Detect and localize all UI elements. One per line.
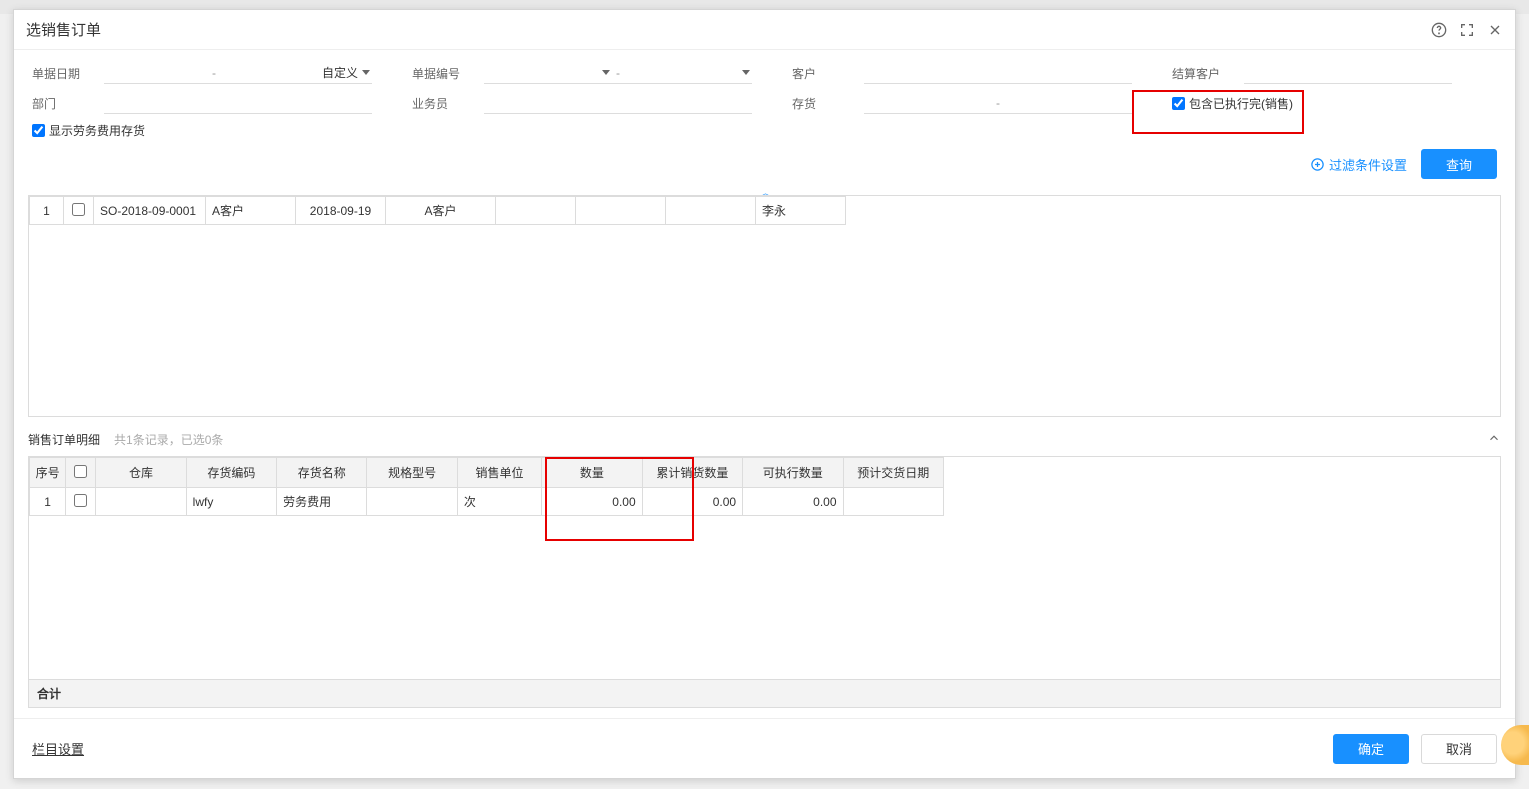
cell-empty3 — [666, 197, 756, 225]
filter-label-date: 单据日期 — [32, 65, 84, 82]
th-stockcode: 存货编码 — [186, 458, 276, 488]
ok-button[interactable]: 确定 — [1333, 734, 1409, 764]
filter-label-stock: 存货 — [792, 95, 844, 112]
include-done-label: 包含已执行完(销售) — [1189, 95, 1293, 112]
dialog-title: 选销售订单 — [26, 19, 1431, 40]
cell-seq: 1 — [30, 197, 64, 225]
th-seq: 序号 — [30, 458, 66, 488]
cell-empty1 — [496, 197, 576, 225]
select-sales-order-dialog: 选销售订单 单据日期 - 自定义 — [13, 9, 1516, 779]
detail-row-checkbox[interactable] — [74, 494, 87, 507]
filter-label-salesman: 业务员 — [412, 95, 464, 112]
detail-title: 销售订单明细 — [28, 431, 100, 448]
cell-customer: A客户 — [206, 197, 296, 225]
order-table-wrap: 1 SO-2018-09-0001 A客户 2018-09-19 A客户 李永 — [28, 195, 1501, 417]
filter-docno-range[interactable]: - — [484, 62, 752, 84]
detail-collapse-icon[interactable] — [1487, 431, 1501, 448]
dialog-header: 选销售订单 — [14, 10, 1515, 50]
filter-label-customer: 客户 — [792, 65, 844, 82]
order-table: 1 SO-2018-09-0001 A客户 2018-09-19 A客户 李永 — [29, 196, 846, 225]
filter-date-range[interactable]: - 自定义 — [104, 62, 372, 84]
fullscreen-icon[interactable] — [1459, 22, 1475, 38]
cell-stockname: 劳务费用 — [277, 488, 367, 516]
table-row[interactable]: 1 SO-2018-09-0001 A客户 2018-09-19 A客户 李永 — [30, 197, 846, 225]
detail-table-wrap: 序号 仓库 存货编码 存货名称 规格型号 销售单位 数量 累计销货数量 可执行数… — [28, 456, 1501, 680]
cell-unit: 次 — [457, 488, 541, 516]
close-icon[interactable] — [1487, 22, 1503, 38]
cell-spec — [367, 488, 457, 516]
cell-settle-customer: A客户 — [386, 197, 496, 225]
th-qty: 数量 — [542, 458, 642, 488]
chevron-down-icon — [742, 70, 750, 75]
filter-date-custom-select[interactable]: 自定义 — [322, 64, 370, 81]
chevron-down-icon — [362, 70, 370, 75]
row-checkbox[interactable] — [72, 203, 85, 216]
dialog-footer: 栏目设置 确定 取消 — [14, 718, 1515, 778]
help-icon[interactable] — [1431, 22, 1447, 38]
cell-warehouse — [96, 488, 186, 516]
cell-qty: 0.00 — [542, 488, 642, 516]
cell-docno: SO-2018-09-0001 — [94, 197, 206, 225]
th-stockname: 存货名称 — [277, 458, 367, 488]
detail-table: 序号 仓库 存货编码 存货名称 规格型号 销售单位 数量 累计销货数量 可执行数… — [29, 457, 944, 516]
cell-stockcode: lwfy — [186, 488, 276, 516]
sum-row: 合计 — [28, 680, 1501, 708]
chevron-down-icon — [602, 70, 610, 75]
filter-dept[interactable] — [104, 92, 372, 114]
th-expectdate: 预计交货日期 — [843, 458, 943, 488]
detail-select-all-checkbox[interactable] — [74, 465, 87, 478]
cell-seq: 1 — [30, 488, 66, 516]
filter-label-dept: 部门 — [32, 95, 84, 112]
cell-empty2 — [576, 197, 666, 225]
query-button[interactable]: 查询 — [1421, 149, 1497, 179]
cell-expectdate — [843, 488, 943, 516]
sum-label: 合计 — [37, 685, 61, 702]
cell-cumqty: 0.00 — [642, 488, 742, 516]
detail-count: 共1条记录，已选0条 — [114, 431, 223, 448]
cancel-button[interactable]: 取消 — [1421, 734, 1497, 764]
column-settings-link[interactable]: 栏目设置 — [32, 739, 84, 758]
th-execqty: 可执行数量 — [743, 458, 843, 488]
cell-execqty: 0.00 — [743, 488, 843, 516]
cell-owner: 李永 — [756, 197, 846, 225]
th-spec: 规格型号 — [367, 458, 457, 488]
filter-label-settlecustomer: 结算客户 — [1172, 65, 1224, 82]
filter-label-docno: 单据编号 — [412, 65, 464, 82]
filter-stock-range[interactable]: - — [864, 92, 1132, 114]
th-warehouse: 仓库 — [96, 458, 186, 488]
filter-settle-customer[interactable] — [1244, 62, 1452, 84]
show-service-label: 显示劳务费用存货 — [49, 122, 145, 139]
filter-panel: 单据日期 - 自定义 单据编号 - 客户 — [14, 50, 1515, 145]
filter-salesman[interactable] — [484, 92, 752, 114]
table-row[interactable]: 1 lwfy 劳务费用 次 0.00 0.00 0.00 — [30, 488, 944, 516]
show-service-checkbox[interactable] — [32, 124, 45, 137]
include-done-checkbox[interactable] — [1172, 97, 1185, 110]
filter-customer[interactable] — [864, 62, 1132, 84]
cell-date: 2018-09-19 — [296, 197, 386, 225]
th-unit: 销售单位 — [457, 458, 541, 488]
filter-settings-link[interactable]: 过滤条件设置 — [1310, 155, 1407, 174]
th-cumqty: 累计销货数量 — [642, 458, 742, 488]
